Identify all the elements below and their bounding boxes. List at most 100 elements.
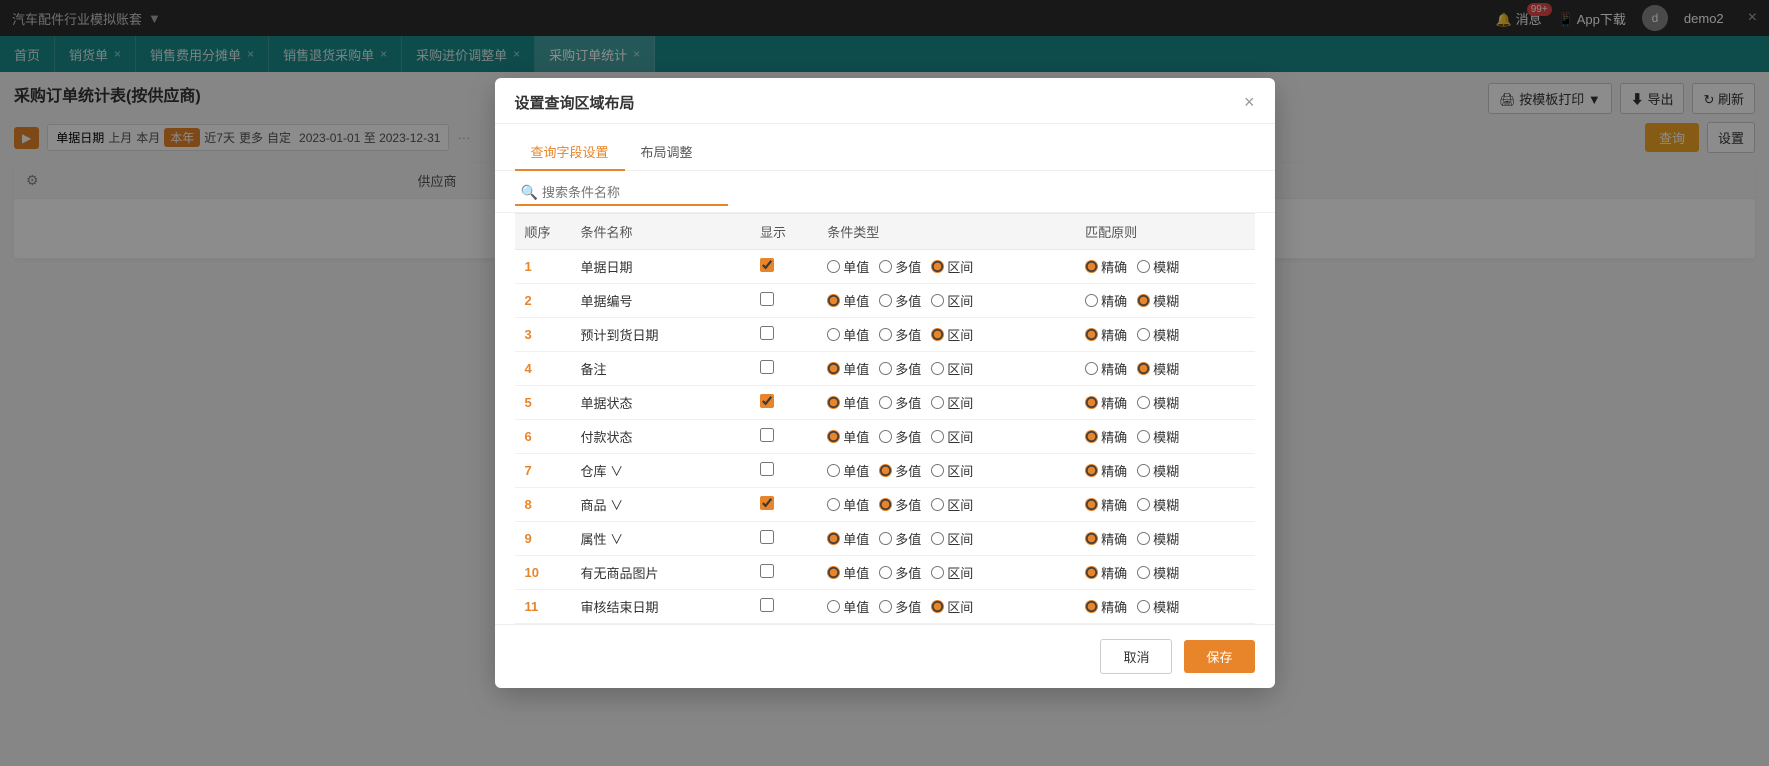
match-option-精确-3[interactable]: 精确 [1085, 359, 1127, 378]
row-type-group-7: 单值多值区间 [827, 495, 1065, 514]
type-option-区间-2[interactable]: 区间 [931, 325, 973, 344]
type-option-单值-9[interactable]: 单值 [827, 563, 869, 582]
type-option-区间-5[interactable]: 区间 [931, 427, 973, 446]
cancel-button[interactable]: 取消 [1100, 639, 1172, 674]
type-option-单值-3[interactable]: 单值 [827, 359, 869, 378]
type-option-多值-3[interactable]: 多值 [879, 359, 921, 378]
dialog-overlay: 设置查询区域布局 × 查询字段设置 布局调整 🔍 顺序 [0, 0, 1769, 766]
dialog-table-row: 5单据状态单值多值区间精确模糊 [515, 386, 1255, 420]
type-option-多值-5[interactable]: 多值 [879, 427, 921, 446]
dialog-tab-layout-adjust[interactable]: 布局调整 [625, 134, 709, 171]
match-option-精确-5[interactable]: 精确 [1085, 427, 1127, 446]
match-option-模糊-0[interactable]: 模糊 [1137, 257, 1179, 276]
match-option-模糊-10[interactable]: 模糊 [1137, 597, 1179, 616]
row-display-checkbox-10[interactable] [760, 598, 774, 612]
row-display-checkbox-4[interactable] [760, 394, 774, 408]
type-option-单值-0[interactable]: 单值 [827, 257, 869, 276]
row-display-checkbox-1[interactable] [760, 292, 774, 306]
row-order-8: 9 [525, 531, 532, 546]
match-option-模糊-2[interactable]: 模糊 [1137, 325, 1179, 344]
row-display-checkbox-3[interactable] [760, 360, 774, 374]
type-option-区间-6[interactable]: 区间 [931, 461, 973, 480]
type-option-单值-7[interactable]: 单值 [827, 495, 869, 514]
dialog-title: 设置查询区域布局 [515, 92, 635, 113]
row-type-group-0: 单值多值区间 [827, 257, 1065, 276]
type-option-多值-10[interactable]: 多值 [879, 597, 921, 616]
match-option-精确-9[interactable]: 精确 [1085, 563, 1127, 582]
row-match-group-1: 精确模糊 [1085, 291, 1244, 310]
type-option-区间-8[interactable]: 区间 [931, 529, 973, 548]
type-option-多值-6[interactable]: 多值 [879, 461, 921, 480]
col-display: 显示 [750, 214, 817, 250]
type-option-单值-5[interactable]: 单值 [827, 427, 869, 446]
row-display-checkbox-0[interactable] [760, 258, 774, 272]
row-match-group-9: 精确模糊 [1085, 563, 1244, 582]
row-match-group-8: 精确模糊 [1085, 529, 1244, 548]
match-option-精确-8[interactable]: 精确 [1085, 529, 1127, 548]
row-display-checkbox-6[interactable] [760, 462, 774, 476]
match-option-精确-6[interactable]: 精确 [1085, 461, 1127, 480]
match-option-精确-4[interactable]: 精确 [1085, 393, 1127, 412]
row-name-10: 审核结束日期 [571, 590, 750, 624]
match-option-精确-10[interactable]: 精确 [1085, 597, 1127, 616]
match-option-精确-0[interactable]: 精确 [1085, 257, 1127, 276]
match-option-精确-1[interactable]: 精确 [1085, 291, 1127, 310]
save-button[interactable]: 保存 [1184, 640, 1254, 673]
type-option-多值-2[interactable]: 多值 [879, 325, 921, 344]
dialog-close-button[interactable]: × [1244, 92, 1255, 113]
row-display-checkbox-5[interactable] [760, 428, 774, 442]
row-name-3: 备注 [571, 352, 750, 386]
row-display-checkbox-8[interactable] [760, 530, 774, 544]
match-option-模糊-9[interactable]: 模糊 [1137, 563, 1179, 582]
row-display-checkbox-2[interactable] [760, 326, 774, 340]
type-option-单值-1[interactable]: 单值 [827, 291, 869, 310]
row-type-group-10: 单值多值区间 [827, 597, 1065, 616]
dialog-table-row: 11 审核结束日期 单值多值区间 精确模糊 [515, 590, 1255, 624]
type-option-单值-4[interactable]: 单值 [827, 393, 869, 412]
row-order-7: 8 [525, 497, 532, 512]
match-option-模糊-8[interactable]: 模糊 [1137, 529, 1179, 548]
match-option-模糊-7[interactable]: 模糊 [1137, 495, 1179, 514]
match-option-模糊-6[interactable]: 模糊 [1137, 461, 1179, 480]
type-option-区间-0[interactable]: 区间 [931, 257, 973, 276]
dialog-table-row: 4备注单值多值区间精确模糊 [515, 352, 1255, 386]
row-name-1: 单据编号 [571, 284, 750, 318]
settings-dialog: 设置查询区域布局 × 查询字段设置 布局调整 🔍 顺序 [495, 78, 1275, 688]
type-option-多值-1[interactable]: 多值 [879, 291, 921, 310]
match-option-模糊-4[interactable]: 模糊 [1137, 393, 1179, 412]
type-option-多值-0[interactable]: 多值 [879, 257, 921, 276]
row-order-10: 11 [525, 599, 539, 614]
type-option-区间-7[interactable]: 区间 [931, 495, 973, 514]
row-order-5: 6 [525, 429, 532, 444]
row-name-5: 付款状态 [571, 420, 750, 454]
row-match-group-3: 精确模糊 [1085, 359, 1244, 378]
type-option-单值-2[interactable]: 单值 [827, 325, 869, 344]
search-input[interactable] [542, 185, 722, 200]
match-option-模糊-3[interactable]: 模糊 [1137, 359, 1179, 378]
match-option-模糊-5[interactable]: 模糊 [1137, 427, 1179, 446]
type-option-单值-10[interactable]: 单值 [827, 597, 869, 616]
row-display-checkbox-9[interactable] [760, 564, 774, 578]
match-option-精确-2[interactable]: 精确 [1085, 325, 1127, 344]
row-match-group-5: 精确模糊 [1085, 427, 1244, 446]
type-option-单值-8[interactable]: 单值 [827, 529, 869, 548]
type-option-多值-7[interactable]: 多值 [879, 495, 921, 514]
dialog-table-row: 10有无商品图片单值多值区间精确模糊 [515, 556, 1255, 590]
match-option-模糊-1[interactable]: 模糊 [1137, 291, 1179, 310]
dialog-table-row: 7仓库 ∨单值多值区间精确模糊 [515, 454, 1255, 488]
match-option-精确-7[interactable]: 精确 [1085, 495, 1127, 514]
type-option-单值-6[interactable]: 单值 [827, 461, 869, 480]
type-option-区间-9[interactable]: 区间 [931, 563, 973, 582]
type-option-多值-8[interactable]: 多值 [879, 529, 921, 548]
type-option-区间-10[interactable]: 区间 [931, 597, 973, 616]
type-option-区间-4[interactable]: 区间 [931, 393, 973, 412]
row-match-group-10: 精确模糊 [1085, 597, 1244, 616]
row-order-2: 3 [525, 327, 532, 342]
dialog-tab-query-fields[interactable]: 查询字段设置 [515, 134, 625, 171]
row-display-checkbox-7[interactable] [760, 496, 774, 510]
type-option-多值-4[interactable]: 多值 [879, 393, 921, 412]
row-order-9: 10 [525, 565, 539, 580]
type-option-多值-9[interactable]: 多值 [879, 563, 921, 582]
type-option-区间-3[interactable]: 区间 [931, 359, 973, 378]
type-option-区间-1[interactable]: 区间 [931, 291, 973, 310]
